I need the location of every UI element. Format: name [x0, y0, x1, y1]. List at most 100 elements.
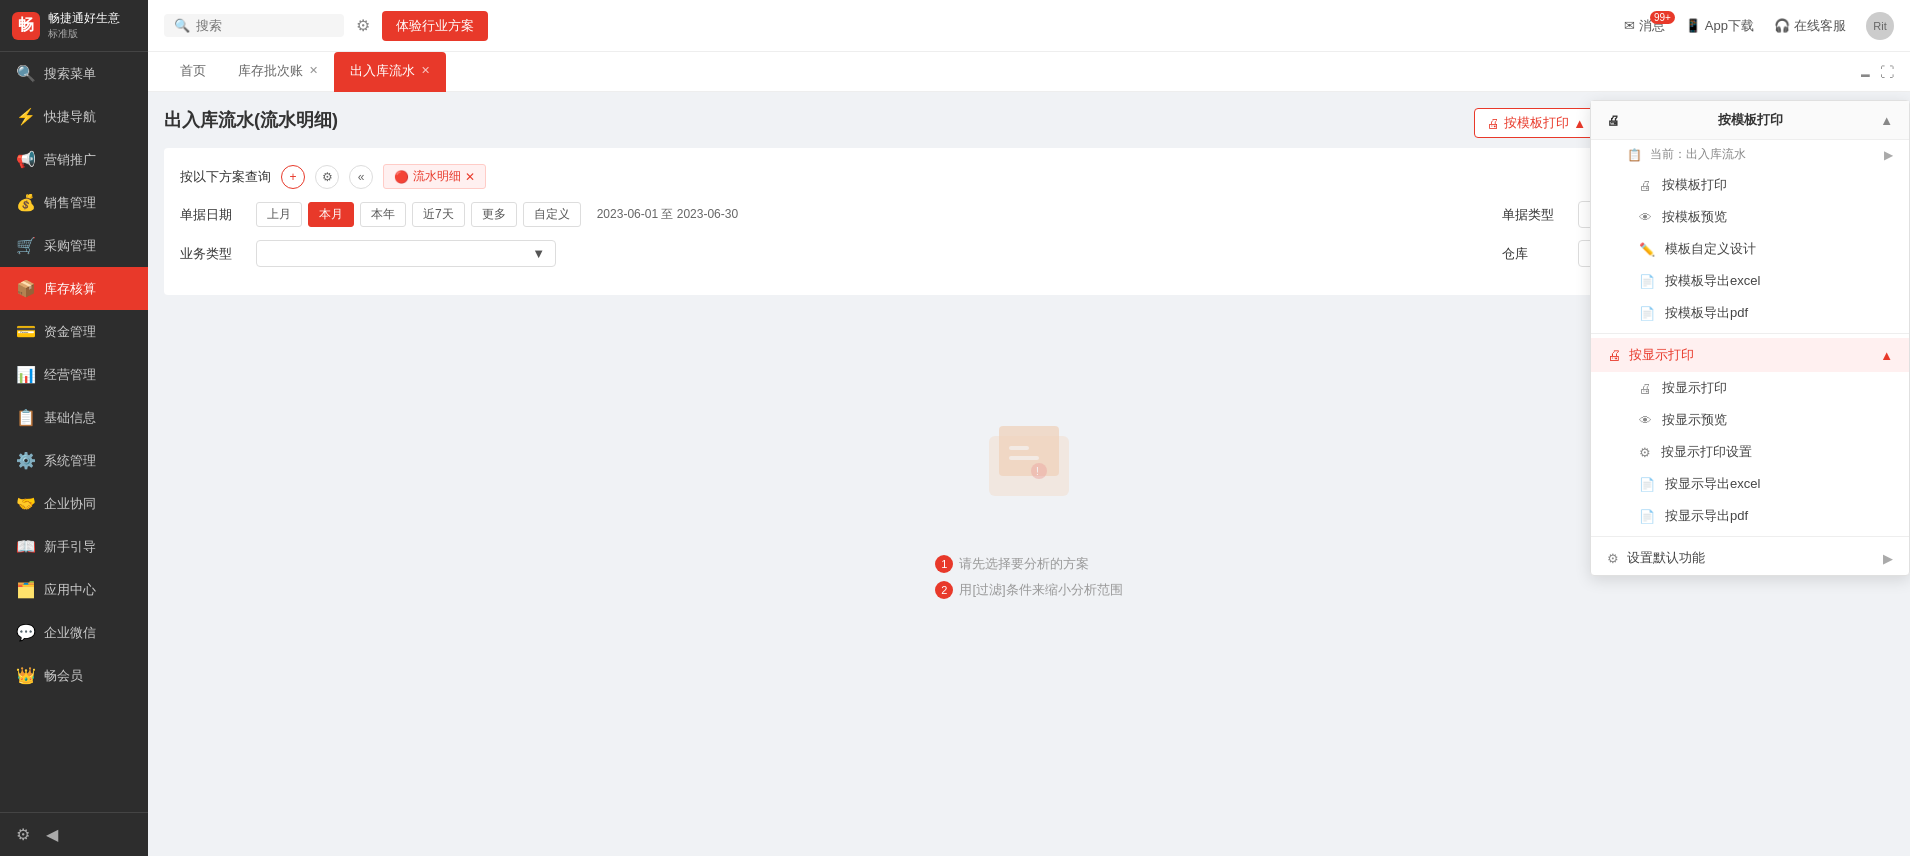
date-buttons: 上月 本月 本年 近7天 更多 自定义 — [256, 202, 581, 227]
sidebar-item-vip[interactable]: 👑 畅会员 — [0, 654, 148, 697]
app-download-btn[interactable]: 📱 App下载 — [1685, 17, 1754, 35]
headset-icon: 🎧 — [1774, 18, 1790, 33]
filter-collapse-icon[interactable]: « — [349, 165, 373, 189]
sidebar-item-inventory[interactable]: 📦 库存核算 — [0, 267, 148, 310]
sidebar-item-finance[interactable]: 💳 资金管理 — [0, 310, 148, 353]
collapse-sidebar-icon[interactable]: ◀ — [46, 825, 58, 844]
tab-inout-flow[interactable]: 出入库流水 ✕ — [334, 52, 446, 92]
settings-icon[interactable]: ⚙ — [356, 16, 370, 35]
sidebar-item-operations[interactable]: 📊 经营管理 — [0, 353, 148, 396]
tab-home[interactable]: 首页 — [164, 52, 222, 92]
sidebar-item-search-menu[interactable]: 🔍 搜索菜单 — [0, 52, 148, 95]
dropdown-item-display-excel[interactable]: 📄 按显示导出excel — [1591, 468, 1909, 500]
sidebar-item-purchase[interactable]: 🛒 采购管理 — [0, 224, 148, 267]
doc-type-label: 单据类型 — [1502, 206, 1562, 224]
add-filter-button[interactable]: + — [281, 165, 305, 189]
sidebar-item-system[interactable]: ⚙️ 系统管理 — [0, 439, 148, 482]
warehouse-label: 仓库 — [1502, 245, 1562, 263]
customer-service-btn[interactable]: 🎧 在线客服 — [1774, 17, 1846, 35]
pdf-item-icon: 📄 — [1639, 306, 1655, 321]
sidebar-item-marketing[interactable]: 📢 营销推广 — [0, 138, 148, 181]
display-print-icon: 🖨 — [1639, 381, 1652, 396]
sidebar-item-cooperation[interactable]: 🤝 企业协同 — [0, 482, 148, 525]
sidebar-scroll: 🔍 搜索菜单 ⚡ 快捷导航 📢 营销推广 💰 销售管理 🛒 采购管理 📦 库存核… — [0, 52, 148, 812]
empty-tip-2: 2 用[过滤]条件来缩小分析范围 — [935, 581, 1122, 599]
message-icon: ✉ — [1624, 18, 1635, 33]
tab-inout-flow-close[interactable]: ✕ — [421, 64, 430, 77]
sidebar-item-wechat[interactable]: 💬 企业微信 — [0, 611, 148, 654]
sidebar-item-guide[interactable]: 📖 新手引导 — [0, 525, 148, 568]
dropdown-item-display-settings[interactable]: ⚙ 按显示打印设置 — [1591, 436, 1909, 468]
system-icon: ⚙️ — [16, 451, 34, 470]
empty-tips: 1 请先选择要分析的方案 2 用[过滤]条件来缩小分析范围 — [935, 555, 1122, 607]
dropdown-item-template-pdf[interactable]: 📄 按模板导出pdf — [1591, 297, 1909, 329]
svg-point-4 — [1031, 463, 1047, 479]
sidebar-item-app-center[interactable]: 🗂️ 应用中心 — [0, 568, 148, 611]
printer-icon: 🖨 — [1487, 116, 1500, 131]
current-icon: 📋 — [1627, 148, 1642, 162]
svg-text:!: ! — [1036, 466, 1039, 477]
window-maximize-icon[interactable]: ⛶ — [1880, 64, 1894, 80]
dropdown-item-display-print[interactable]: 🖨 按显示打印 — [1591, 372, 1909, 404]
date-btn-current-month[interactable]: 本月 — [308, 202, 354, 227]
display-preview-icon: 👁 — [1639, 413, 1652, 428]
printer-item-icon: 🖨 — [1639, 178, 1652, 193]
search-box[interactable]: 🔍 — [164, 14, 344, 37]
tabs-bar: 首页 库存批次账 ✕ 出入库流水 ✕ 🗕 ⛶ — [148, 52, 1910, 92]
search-input[interactable] — [196, 18, 326, 33]
dropdown-item-template-preview[interactable]: 👁 按模板预览 — [1591, 201, 1909, 233]
sidebar-item-basics[interactable]: 📋 基础信息 — [0, 396, 148, 439]
dropdown-item-template-excel[interactable]: 📄 按模板导出excel — [1591, 265, 1909, 297]
set-default-chevron: ▶ — [1883, 551, 1893, 566]
sidebar-item-quick-nav[interactable]: ⚡ 快捷导航 — [0, 95, 148, 138]
settings-bottom-icon[interactable]: ⚙ — [16, 825, 30, 844]
wechat-icon: 💬 — [16, 623, 34, 642]
date-range-text: 2023-06-01 至 2023-06-30 — [597, 206, 738, 223]
display-settings-icon: ⚙ — [1639, 445, 1651, 460]
dropdown-item-display-preview[interactable]: 👁 按显示预览 — [1591, 404, 1909, 436]
edit-item-icon: ✏️ — [1639, 242, 1655, 257]
dropdown-item-template-custom[interactable]: ✏️ 模板自定义设计 — [1591, 233, 1909, 265]
biz-type-select[interactable]: ▼ — [256, 240, 556, 267]
date-btn-custom[interactable]: 自定义 — [523, 202, 581, 227]
message-btn[interactable]: ✉ 消息 99+ — [1624, 17, 1665, 35]
flow-tag-icon: 🔴 — [394, 170, 409, 184]
filter-section-label: 按以下方案查询 — [180, 168, 271, 186]
dropdown-header[interactable]: 🖨 按模板打印 ▲ — [1591, 101, 1909, 140]
preview-item-icon: 👁 — [1639, 210, 1652, 225]
finance-icon: 💳 — [16, 322, 34, 341]
print-template-header-icon: 🖨 — [1607, 113, 1620, 128]
dropdown-chevron-up[interactable]: ▲ — [1880, 113, 1893, 128]
set-default-button[interactable]: ⚙ 设置默认功能 ▶ — [1591, 541, 1909, 575]
app-center-icon: 🗂️ — [16, 580, 34, 599]
operations-icon: 📊 — [16, 365, 34, 384]
svg-rect-1 — [999, 426, 1059, 476]
date-btn-last-month[interactable]: 上月 — [256, 202, 302, 227]
trial-button[interactable]: 体验行业方案 — [382, 11, 488, 41]
sales-icon: 💰 — [16, 193, 34, 212]
user-avatar: Rit — [1866, 12, 1894, 40]
flow-tag[interactable]: 🔴 流水明细 ✕ — [383, 164, 486, 189]
display-section-header[interactable]: 🖨 按显示打印 ▲ — [1591, 338, 1909, 372]
display-chevron-up[interactable]: ▲ — [1880, 348, 1893, 363]
date-btn-recent-7[interactable]: 近7天 — [412, 202, 465, 227]
date-btn-current-year[interactable]: 本年 — [360, 202, 406, 227]
tab-inventory-batch[interactable]: 库存批次账 ✕ — [222, 52, 334, 92]
dropdown-item-display-pdf[interactable]: 📄 按显示导出pdf — [1591, 500, 1909, 532]
flow-tag-close[interactable]: ✕ — [465, 170, 475, 184]
user-avatar-btn[interactable]: Rit — [1866, 12, 1894, 40]
dropdown-scrollable: 🖨 按模板打印 ▲ 📋 当前：出入库流水 ▶ 🖨 按模板打印 👁 按模板预览 ✏… — [1591, 101, 1909, 575]
sidebar-item-sales[interactable]: 💰 销售管理 — [0, 181, 148, 224]
tab-inventory-batch-close[interactable]: ✕ — [309, 64, 318, 77]
date-btn-more[interactable]: 更多 — [471, 202, 517, 227]
empty-tip-1: 1 请先选择要分析的方案 — [935, 555, 1122, 573]
window-minimize-icon[interactable]: 🗕 — [1858, 64, 1872, 80]
topbar-right: ✉ 消息 99+ 📱 App下载 🎧 在线客服 Rit — [1624, 12, 1894, 40]
current-label: 📋 当前：出入库流水 ▶ — [1591, 140, 1909, 169]
sidebar: 畅 畅捷通好生意 标准版 🔍 搜索菜单 ⚡ 快捷导航 📢 营销推广 💰 销售管理… — [0, 0, 148, 856]
print-template-button[interactable]: 🖨 按模板打印 ▲ — [1474, 108, 1599, 138]
chevron-right-icon: ▶ — [1884, 148, 1893, 162]
dropdown-item-template-print[interactable]: 🖨 按模板打印 — [1591, 169, 1909, 201]
filter-settings-icon[interactable]: ⚙ — [315, 165, 339, 189]
svg-rect-2 — [1009, 446, 1029, 450]
